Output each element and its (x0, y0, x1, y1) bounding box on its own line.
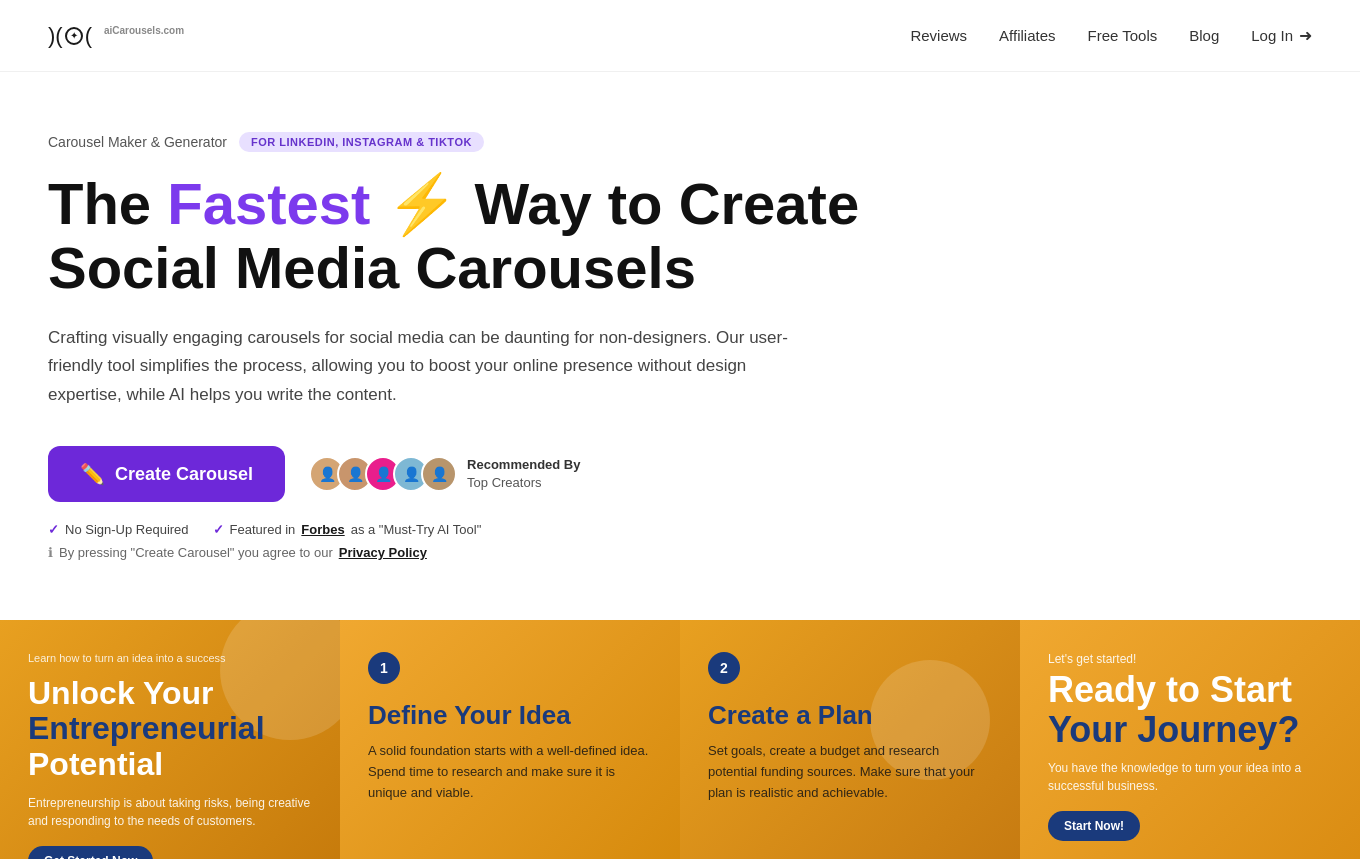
preview-card-1: Learn how to turn an idea into a success… (0, 620, 340, 859)
create-btn-icon: ✏️ (80, 462, 105, 486)
logo-bracket-left: )( (48, 23, 63, 49)
card-4-eyebrow: Let's get started! (1048, 652, 1332, 666)
hero-title-lightning: ⚡ (370, 171, 458, 236)
recommended-sub: Top Creators (467, 475, 541, 490)
card-4-title-2: Your Journey? (1048, 710, 1332, 750)
hero-title-pre: The (48, 171, 167, 236)
logo-bracket-right: ( (85, 23, 92, 49)
privacy-policy-link[interactable]: Privacy Policy (339, 545, 427, 560)
avatar-5: 👤 (421, 456, 457, 492)
create-carousel-button[interactable]: ✏️ Create Carousel (48, 446, 285, 502)
card-4-content: Let's get started! Ready to Start Your J… (1020, 620, 1360, 859)
card-3-number: 2 (708, 652, 740, 684)
nav-links: Reviews Affiliates Free Tools Blog Log I… (910, 21, 1312, 50)
card-1-title: Unlock Your Entrepreneurial Potential (28, 676, 312, 782)
hero-subtitle: Carousel Maker & Generator (48, 134, 227, 150)
logo[interactable]: )( ✦ ( aiCarousels.com (48, 20, 184, 52)
hero-section: Carousel Maker & Generator FOR LINKEDIN,… (0, 72, 1000, 600)
preview-section: Learn how to turn an idea into a success… (0, 620, 1360, 859)
card-1-title-2: Entrepreneurial (28, 711, 312, 746)
card-3-content: 2 Create a Plan Set goals, create a budg… (680, 620, 1020, 859)
preview-card-2: 1 Define Your Idea A solid foundation st… (340, 620, 680, 859)
hero-badge: FOR LINKEDIN, INSTAGRAM & TIKTOK (239, 132, 484, 152)
preview-card-4: Let's get started! Ready to Start Your J… (1020, 620, 1360, 859)
nav-affiliates[interactable]: Affiliates (999, 21, 1055, 50)
info-icon: ℹ (48, 545, 53, 560)
check-featured-pre: Featured in (230, 522, 296, 537)
check-label-1: No Sign-Up Required (65, 522, 189, 537)
navbar: )( ✦ ( aiCarousels.com Reviews Affiliate… (0, 0, 1360, 72)
recommended-row: 👤 👤 👤 👤 👤 Recommended By Top Creators (309, 456, 580, 492)
forbes-link[interactable]: Forbes (301, 522, 344, 537)
check-icon-2: ✓ (213, 522, 224, 537)
nav-free-tools[interactable]: Free Tools (1087, 27, 1157, 44)
privacy-pre: By pressing "Create Carousel" you agree … (59, 545, 333, 560)
logo-text: aiCarousels.com (104, 25, 184, 46)
hero-title: The Fastest ⚡ Way to Create Social Media… (48, 172, 952, 300)
check-featured-post: as a "Must-Try AI Tool" (351, 522, 482, 537)
check-forbes: ✓ Featured in Forbes as a "Must-Try AI T… (213, 522, 482, 537)
card-3-step-title: Create a Plan (708, 700, 992, 731)
card-1-cta[interactable]: Get Started Now (28, 846, 153, 859)
card-3-step-body: Set goals, create a budget and research … (708, 741, 992, 803)
check-no-signup: ✓ No Sign-Up Required (48, 522, 189, 537)
hero-description: Crafting visually engaging carousels for… (48, 324, 788, 411)
nav-blog[interactable]: Blog (1189, 27, 1219, 44)
check-icon-1: ✓ (48, 522, 59, 537)
card-2-step-title: Define Your Idea (368, 700, 652, 731)
card-1-eyebrow: Learn how to turn an idea into a success (28, 652, 312, 664)
card-2-step-body: A solid foundation starts with a well-de… (368, 741, 652, 803)
logo-icon: )( ✦ ( (48, 20, 96, 52)
avatar-group: 👤 👤 👤 👤 👤 (309, 456, 457, 492)
card-4-body: You have the knowledge to turn your idea… (1048, 759, 1332, 795)
create-btn-label: Create Carousel (115, 464, 253, 485)
nav-reviews[interactable]: Reviews (910, 27, 967, 44)
card-2-content: 1 Define Your Idea A solid foundation st… (340, 620, 680, 859)
nav-login[interactable]: Log In ➜ (1251, 26, 1312, 45)
cta-row: ✏️ Create Carousel 👤 👤 👤 👤 👤 Recommended… (48, 446, 952, 502)
card-2-number: 1 (368, 652, 400, 684)
recommended-label: Recommended By (467, 456, 580, 474)
logo-star: ✦ (65, 27, 83, 45)
checks-row: ✓ No Sign-Up Required ✓ Featured in Forb… (48, 522, 952, 537)
hero-subtitle-row: Carousel Maker & Generator FOR LINKEDIN,… (48, 132, 952, 152)
privacy-row: ℹ By pressing "Create Carousel" you agre… (48, 545, 952, 560)
card-1-body: Entrepreneurship is about taking risks, … (28, 794, 312, 830)
preview-card-3: 2 Create a Plan Set goals, create a budg… (680, 620, 1020, 859)
card-1-content: Learn how to turn an idea into a success… (0, 620, 340, 859)
hero-title-fastest: Fastest (167, 171, 370, 236)
card-4-cta[interactable]: Start Now! (1048, 811, 1140, 841)
recommended-text: Recommended By Top Creators (467, 456, 580, 492)
login-arrow-icon: ➜ (1299, 26, 1312, 45)
card-4-title: Ready to Start Your Journey? (1048, 670, 1332, 749)
